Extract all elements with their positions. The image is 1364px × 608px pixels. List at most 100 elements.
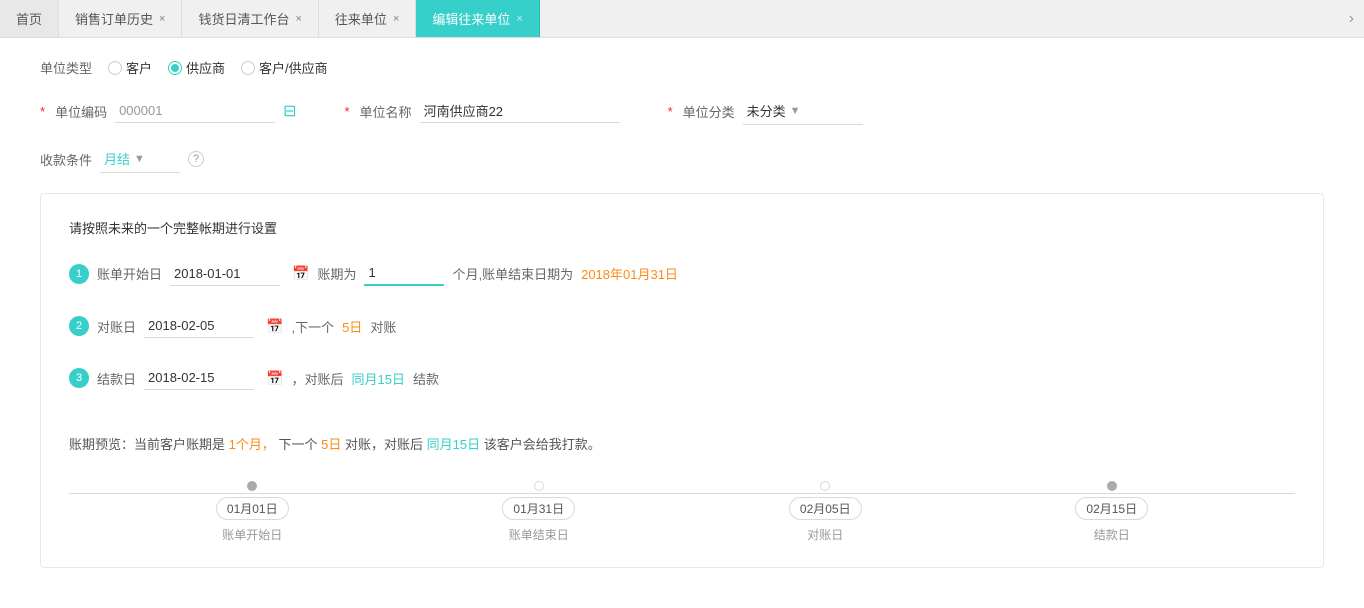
reconcile-suffix-end: 对账: [370, 317, 396, 336]
tab-bar: 首页 销售订单历史 × 钱货日清工作台 × 往来单位 × 编辑往来单位 × ›: [0, 0, 1364, 38]
category-required: *: [668, 104, 673, 119]
setting-row-2: 2 对账日 📅 ,下一个 5日 对账: [69, 314, 1295, 338]
timeline-bubble-3: 02月05日: [789, 497, 862, 520]
start-date-calendar-icon[interactable]: 📅: [292, 265, 309, 282]
preview-middle2: 对账，对账后: [345, 437, 423, 452]
row-1-label: 账单开始日: [97, 264, 162, 283]
category-dropdown-arrow: ▼: [790, 105, 801, 117]
timeline-sublabel-1: 账单开始日: [222, 526, 282, 543]
name-label: 单位名称: [360, 102, 412, 121]
reconcile-date-calendar-icon[interactable]: 📅: [266, 318, 283, 335]
tab-sales-history-close[interactable]: ×: [159, 13, 165, 25]
timeline-point-2: 01月31日 账单结束日: [396, 481, 683, 543]
timeline-dot-2: [534, 481, 544, 491]
radio-supplier-label: 供应商: [186, 58, 225, 77]
radio-both[interactable]: 客户/供应商: [241, 58, 328, 77]
setting-row-1: 1 账单开始日 📅 账期为 个月,账单结束日期为 2018年01月31日: [69, 261, 1295, 286]
unit-type-radio-group: 客户 供应商 客户/供应商: [108, 58, 328, 77]
name-input[interactable]: [420, 99, 620, 123]
timeline-dot-1: [247, 481, 257, 491]
copy-icon[interactable]: ⊟: [283, 101, 296, 121]
preview-section: 账期预览：当前客户账期是 1个月， 下一个 5日 对账，对账后 同月15日 该客…: [69, 418, 1295, 543]
payment-label: 收款条件: [40, 150, 92, 169]
tab-cashflow-label: 钱货日清工作台: [198, 9, 289, 28]
preview-highlight2: 5日: [321, 437, 341, 452]
period-end-date: 2018年01月31日: [581, 264, 678, 283]
timeline-point-1: 01月01日 账单开始日: [109, 481, 396, 543]
preview-text: 账期预览：当前客户账期是 1个月， 下一个 5日 对账，对账后 同月15日 该客…: [69, 434, 1295, 453]
tab-sales-history[interactable]: 销售订单历史 ×: [59, 0, 182, 37]
card-title: 请按照未来的一个完整帐期进行设置: [69, 218, 1295, 237]
radio-customer[interactable]: 客户: [108, 58, 152, 77]
timeline-sublabel-4: 结款日: [1094, 526, 1130, 543]
timeline: 01月01日 账单开始日 01月31日 账单结束日 02月05日 对账日: [109, 481, 1255, 543]
radio-customer-circle: [108, 61, 122, 75]
preview-highlight3: 同月15日: [427, 437, 480, 452]
row-num-1: 1: [69, 264, 89, 284]
category-select[interactable]: 未分类 ▼: [743, 97, 863, 125]
timeline-bubble-1: 01月01日: [216, 497, 289, 520]
timeline-container: 01月01日 账单开始日 01月31日 账单结束日 02月05日 对账日: [69, 481, 1295, 543]
timeline-bubble-4: 02月15日: [1075, 497, 1148, 520]
period-prefix: 账期为: [317, 264, 356, 283]
payment-date-input[interactable]: [144, 366, 254, 390]
payment-value: 月结: [104, 149, 130, 168]
tab-edit-unit-label: 编辑往来单位: [432, 9, 510, 28]
code-label: 单位编码: [55, 102, 107, 121]
radio-both-label: 客户/供应商: [259, 58, 328, 77]
unit-type-row: 单位类型 客户 供应商 客户/供应商: [40, 58, 1324, 77]
timeline-sublabel-3: 对账日: [807, 526, 843, 543]
category-value: 未分类: [747, 101, 786, 120]
payment-select[interactable]: 月结 ▼: [100, 145, 180, 173]
period-suffix: 个月,账单结束日期为: [452, 264, 573, 283]
settings-card: 请按照未来的一个完整帐期进行设置 1 账单开始日 📅 账期为 个月,账单结束日期…: [40, 193, 1324, 568]
setting-row-3: 3 结款日 📅 ，对账后 同月15日 结款: [69, 366, 1295, 390]
tab-cashflow[interactable]: 钱货日清工作台 ×: [182, 0, 318, 37]
tab-edit-unit[interactable]: 编辑往来单位 ×: [416, 0, 539, 37]
radio-supplier-circle: [168, 61, 182, 75]
tab-unit-label: 往来单位: [335, 9, 387, 28]
timeline-dot-3: [820, 481, 830, 491]
code-name-category-row: * 单位编码 ⊟ * 单位名称 * 单位分类 未分类 ▼: [40, 97, 1324, 125]
tab-unit-close[interactable]: ×: [393, 13, 399, 25]
category-label: 单位分类: [683, 102, 735, 121]
code-input[interactable]: [115, 99, 275, 123]
tab-cashflow-close[interactable]: ×: [295, 13, 301, 25]
preview-middle: 下一个: [279, 437, 318, 452]
timeline-bubble-2: 01月31日: [502, 497, 575, 520]
reconcile-date-input[interactable]: [144, 314, 254, 338]
payment-row: 收款条件 月结 ▼ ?: [40, 145, 1324, 173]
timeline-point-4: 02月15日 结款日: [969, 481, 1256, 543]
timeline-dot-4: [1107, 481, 1117, 491]
row-num-2: 2: [69, 316, 89, 336]
payment-suffix-pre: ，对账后: [291, 369, 343, 388]
tab-home[interactable]: 首页: [0, 0, 59, 37]
preview-highlight1: 1个月，: [229, 437, 275, 452]
tab-scroll-arrow[interactable]: ›: [1339, 10, 1364, 28]
tab-edit-unit-close[interactable]: ×: [516, 13, 522, 25]
period-input[interactable]: [364, 261, 444, 286]
reconcile-day-highlight: 5日: [342, 317, 362, 336]
payment-help-icon[interactable]: ?: [188, 151, 204, 167]
start-date-input[interactable]: [170, 262, 280, 286]
name-required: *: [344, 104, 349, 119]
unit-type-label: 单位类型: [40, 58, 92, 77]
main-content: 单位类型 客户 供应商 客户/供应商 * 单位编码 ⊟ * 单位名称 * 单位分…: [0, 38, 1364, 608]
radio-supplier[interactable]: 供应商: [168, 58, 225, 77]
timeline-sublabel-2: 账单结束日: [509, 526, 569, 543]
row-3-label: 结款日: [97, 369, 136, 388]
payment-suffix-end: 结款: [413, 369, 439, 388]
payment-dropdown-arrow: ▼: [134, 153, 145, 165]
reconcile-suffix-pre: ,下一个: [291, 317, 334, 336]
code-required: *: [40, 104, 45, 119]
preview-prefix: 账期预览：当前客户账期是: [69, 437, 225, 452]
radio-customer-label: 客户: [126, 58, 152, 77]
payment-day-highlight: 同月15日: [351, 369, 404, 388]
tab-unit[interactable]: 往来单位 ×: [319, 0, 416, 37]
payment-date-calendar-icon[interactable]: 📅: [266, 370, 283, 387]
tab-sales-history-label: 销售订单历史: [75, 9, 153, 28]
radio-both-circle: [241, 61, 255, 75]
tab-home-label: 首页: [16, 9, 42, 28]
row-num-3: 3: [69, 368, 89, 388]
preview-suffix: 该客户会给我打款。: [484, 437, 601, 452]
